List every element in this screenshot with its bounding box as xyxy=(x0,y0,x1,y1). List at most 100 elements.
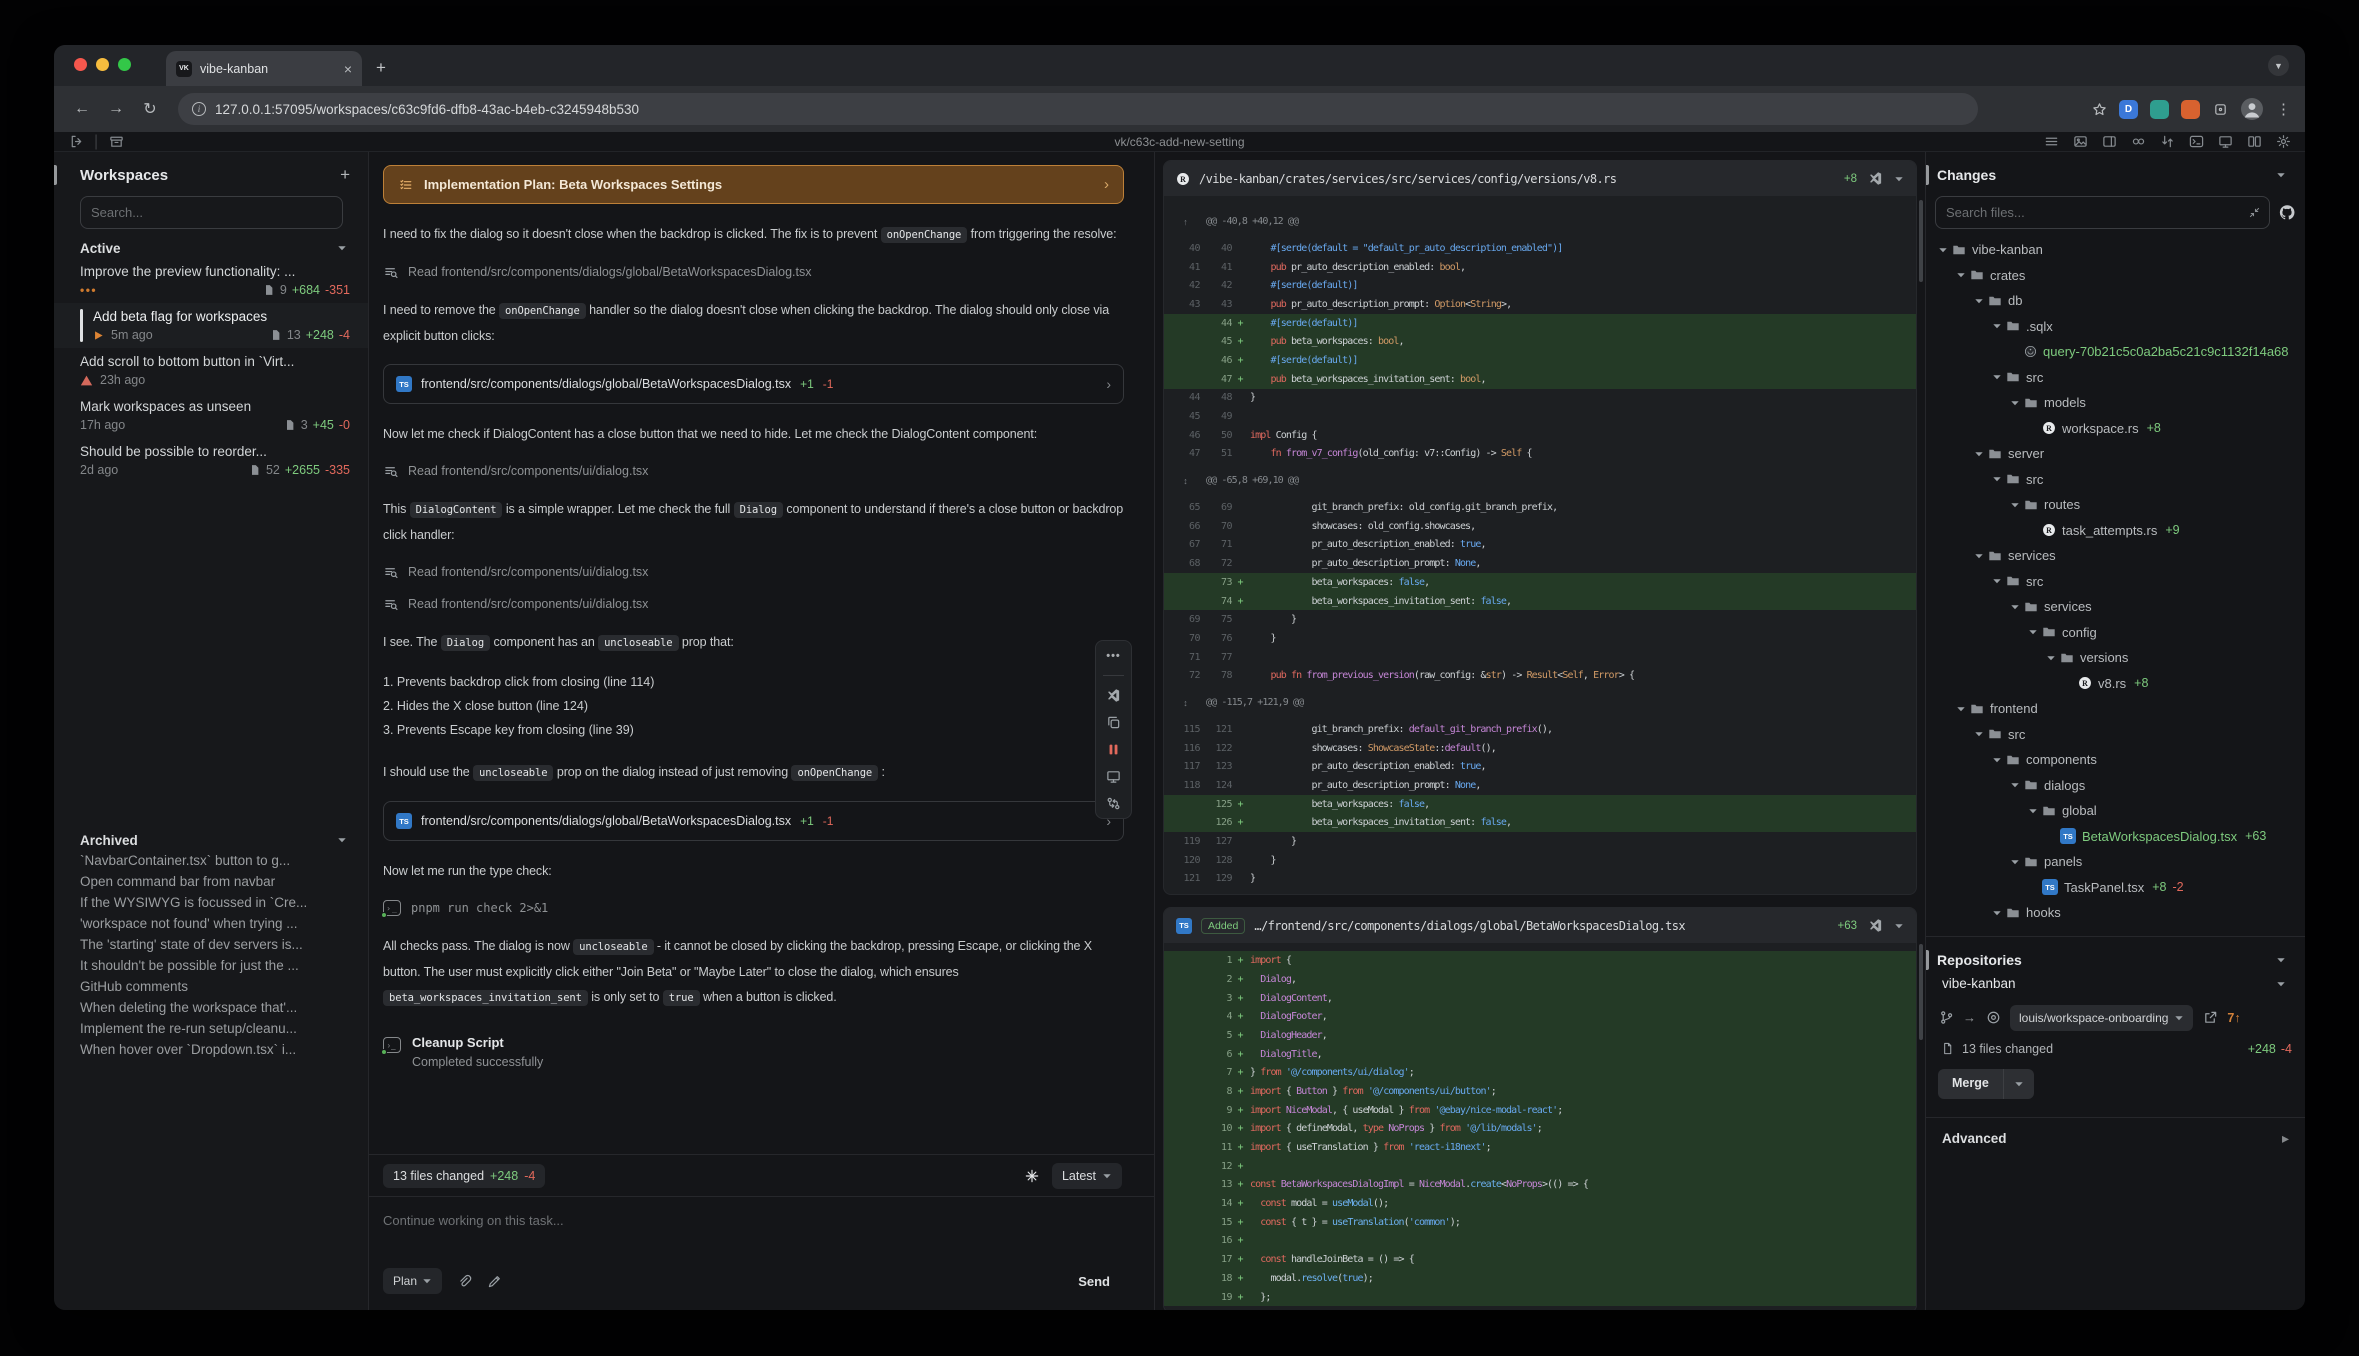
attach-icon[interactable] xyxy=(456,1273,472,1289)
edit-icon[interactable] xyxy=(486,1273,502,1289)
address-bar[interactable]: i 127.0.0.1:57095/workspaces/c63c9fd6-df… xyxy=(178,93,1978,125)
display-icon[interactable] xyxy=(2217,134,2233,150)
kebab-menu-icon[interactable]: ⋮ xyxy=(2276,100,2291,119)
files-changed-badge[interactable]: 13 files changed +248 -4 xyxy=(383,1163,546,1188)
send-button[interactable]: Send xyxy=(1066,1269,1122,1294)
browser-tab[interactable]: VK vibe-kanban × xyxy=(166,51,362,86)
workspace-item[interactable]: Improve the preview functionality: ... •… xyxy=(54,258,368,303)
spark-icon[interactable] xyxy=(1024,1168,1040,1184)
collapse-icon[interactable] xyxy=(2246,204,2262,220)
merge-options-button[interactable] xyxy=(2002,1068,2034,1099)
vscode-icon[interactable] xyxy=(1106,687,1122,703)
read-file-row[interactable]: Read frontend/src/components/ui/dialog.t… xyxy=(383,463,1124,479)
file-change-card[interactable]: TS frontend/src/components/dialogs/global… xyxy=(383,364,1124,404)
archived-workspace-item[interactable]: 'workspace not found' when trying ... xyxy=(54,913,368,934)
tree-folder[interactable]: components xyxy=(1926,747,2305,773)
read-file-row[interactable]: Read frontend/src/components/ui/dialog.t… xyxy=(383,596,1124,612)
merge-button[interactable]: Merge xyxy=(1938,1068,2003,1099)
tree-file[interactable]: Rworkspace.rs +8 xyxy=(1926,416,2305,442)
archived-section-header[interactable]: Archived xyxy=(54,830,368,850)
tree-folder[interactable]: frontend xyxy=(1926,696,2305,722)
tree-folder[interactable]: crates xyxy=(1926,263,2305,289)
new-tab-button[interactable]: + xyxy=(376,58,386,78)
cleanup-script-block[interactable]: ›_ Cleanup Script Completed successfully xyxy=(381,1035,1124,1069)
tree-folder[interactable]: src xyxy=(1926,467,2305,493)
gear-icon[interactable] xyxy=(2275,134,2291,150)
file-diff-header[interactable]: TS Added …/frontend/src/components/dialo… xyxy=(1164,908,1916,944)
archived-workspace-item[interactable]: `NavbarContainer.tsx` button to g... xyxy=(54,850,368,871)
tab-search-icon[interactable]: ▼ xyxy=(2268,55,2289,76)
tree-file[interactable]: Rtask_attempts.rs +9 xyxy=(1926,518,2305,544)
file-change-card[interactable]: TS frontend/src/components/dialogs/global… xyxy=(383,801,1124,841)
display-icon[interactable] xyxy=(1106,768,1122,784)
tree-folder[interactable]: .sqlx xyxy=(1926,314,2305,340)
tree-folder[interactable]: services xyxy=(1926,594,2305,620)
archived-workspace-item[interactable]: When deleting the workspace that'... xyxy=(54,997,368,1018)
tree-folder[interactable]: dialogs xyxy=(1926,773,2305,799)
tree-folder[interactable]: src xyxy=(1926,722,2305,748)
ext-d-badge[interactable]: D xyxy=(2119,99,2138,119)
read-file-row[interactable]: Read frontend/src/components/dialogs/glo… xyxy=(383,264,1124,280)
file-diff-header[interactable]: R /vibe-kanban/crates/services/src/servi… xyxy=(1164,161,1916,196)
tree-folder[interactable]: versions xyxy=(1926,645,2305,671)
github-icon[interactable] xyxy=(2279,205,2295,221)
advanced-row[interactable]: Advanced ▸ xyxy=(1926,1116,2305,1146)
external-link-icon[interactable] xyxy=(2202,1010,2218,1026)
forward-icon[interactable]: → xyxy=(102,100,130,118)
ext-teal-badge[interactable] xyxy=(2150,99,2169,119)
workspace-search-input[interactable] xyxy=(80,196,343,229)
zoom-window-button[interactable] xyxy=(118,58,131,71)
chevron-down-icon[interactable] xyxy=(1894,918,1904,934)
tree-file[interactable]: query-70b21c5c0a2ba5c21c9c1132f14a68 xyxy=(1926,339,2305,365)
open-in-vscode-icon[interactable] xyxy=(1868,918,1883,933)
tree-folder[interactable]: models xyxy=(1926,390,2305,416)
message-input-area[interactable]: Continue working on this task... Plan Se… xyxy=(369,1196,1154,1310)
tree-file[interactable]: TS TaskPanel.tsx +8 -2 xyxy=(1926,875,2305,901)
archived-workspace-item[interactable]: If the WYSIWYG is focussed in `Cre... xyxy=(54,892,368,913)
tree-folder[interactable]: hooks xyxy=(1926,900,2305,926)
tree-folder[interactable]: routes xyxy=(1926,492,2305,518)
workspace-item[interactable]: Add scroll to bottom button in `Virt... … xyxy=(54,348,368,393)
archived-workspace-item[interactable]: Open command bar from navbar xyxy=(54,871,368,892)
open-in-vscode-icon[interactable] xyxy=(1868,171,1883,186)
tree-folder[interactable]: panels xyxy=(1926,849,2305,875)
workspace-item[interactable]: Add beta flag for workspaces 5m ago 13 +24… xyxy=(54,303,368,348)
tab-close-icon[interactable]: × xyxy=(344,61,352,77)
rows-icon[interactable] xyxy=(2043,134,2059,150)
implementation-plan-banner[interactable]: Implementation Plan: Beta Workspaces Set… xyxy=(383,165,1124,204)
branch-dropdown[interactable]: louis/workspace-onboarding xyxy=(2010,1004,2194,1031)
tree-folder[interactable]: src xyxy=(1926,365,2305,391)
archived-workspace-item[interactable]: Implement the re-run setup/cleanu... xyxy=(54,1018,368,1039)
columns-icon[interactable] xyxy=(2246,134,2262,150)
file-search-input[interactable] xyxy=(1935,196,2270,229)
mode-dropdown[interactable]: Plan xyxy=(383,1268,443,1294)
workspace-item[interactable]: Mark workspaces as unseen 17h ago 3 +45 -0 xyxy=(54,393,368,438)
copilot-icon[interactable] xyxy=(2130,134,2146,150)
image-icon[interactable] xyxy=(2072,134,2088,150)
tree-file[interactable]: TS BetaWorkspacesDialog.tsx +63 xyxy=(1926,824,2305,850)
archived-workspace-item[interactable]: It shouldn't be possible for just the ..… xyxy=(54,955,368,976)
expand-hunk-icon[interactable]: ↕ xyxy=(1164,476,1206,486)
chevron-down-icon[interactable] xyxy=(1894,171,1904,187)
tree-folder[interactable]: db xyxy=(1926,288,2305,314)
tree-folder[interactable]: server xyxy=(1926,441,2305,467)
active-section-header[interactable]: Active xyxy=(54,238,368,258)
workspace-item[interactable]: Should be possible to reorder... 2d ago 5… xyxy=(54,438,368,483)
target-icon[interactable] xyxy=(1985,1010,2001,1026)
panel-icon[interactable] xyxy=(2101,134,2117,150)
tree-folder[interactable]: vibe-kanban xyxy=(1926,237,2305,263)
expand-hunk-icon[interactable]: ↑ xyxy=(1164,217,1206,227)
reload-icon[interactable]: ↻ xyxy=(136,99,164,119)
minimize-window-button[interactable] xyxy=(96,58,109,71)
tree-file[interactable]: Rv8.rs +8 xyxy=(1926,671,2305,697)
add-workspace-button[interactable]: + xyxy=(340,165,350,185)
pause-icon[interactable] xyxy=(1106,741,1122,757)
scrollbar-thumb[interactable] xyxy=(1919,944,1923,1040)
expand-hunk-icon[interactable]: ↕ xyxy=(1164,698,1206,708)
terminal-row[interactable]: ›_ pnpm run check 2>&1 xyxy=(381,900,1124,918)
more-horizontal-icon[interactable]: ••• xyxy=(1106,648,1122,664)
close-window-button[interactable] xyxy=(74,58,87,71)
archived-workspace-item[interactable]: GitHub comments xyxy=(54,976,368,997)
terminal-icon[interactable] xyxy=(2188,134,2204,150)
git-compare-icon[interactable] xyxy=(1106,795,1122,811)
